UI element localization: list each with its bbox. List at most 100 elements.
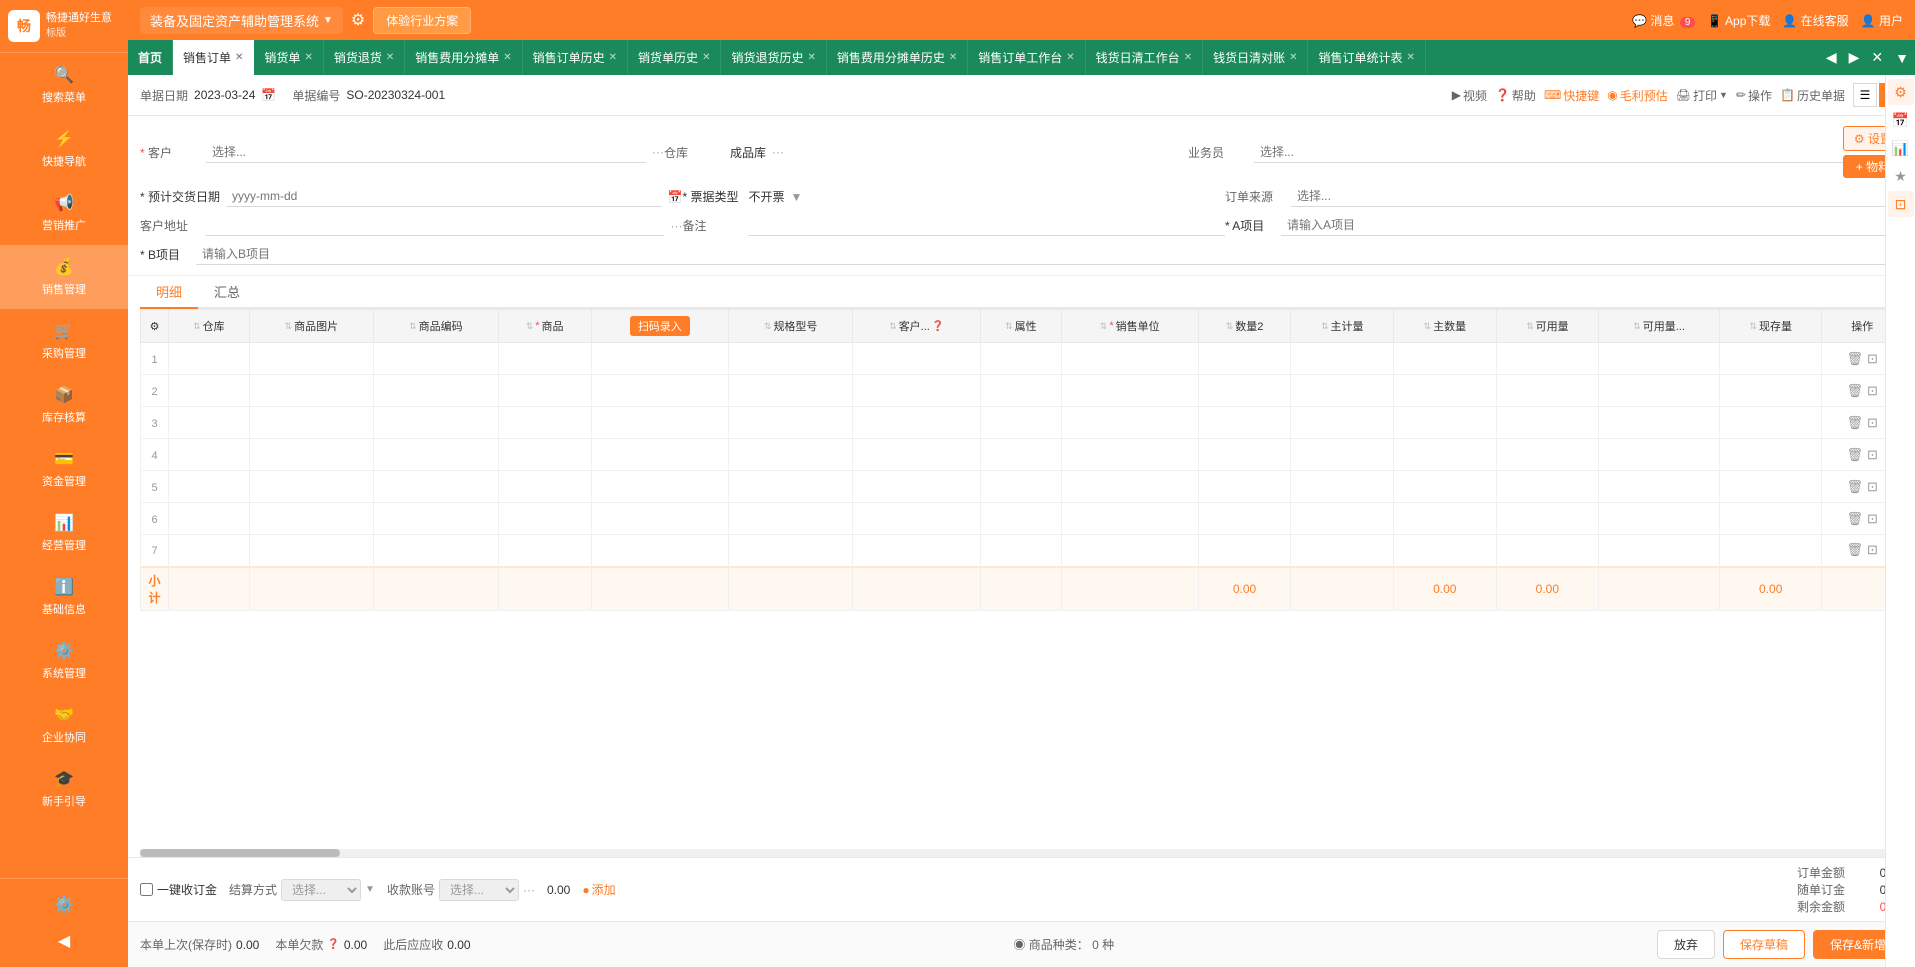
tab-sales-order[interactable]: 销售订单 ✕ [173, 40, 254, 75]
row-qty2-5[interactable] [1198, 471, 1291, 503]
row-unit-5[interactable] [1061, 471, 1198, 503]
right-panel-scan[interactable]: ⊡ [1888, 191, 1914, 217]
row-unit-2[interactable] [1061, 375, 1198, 407]
delete-row-3-btn[interactable]: 🗑 [1847, 415, 1864, 431]
tab-next-btn[interactable]: ▶ [1843, 49, 1866, 66]
row-warehouse-6[interactable] [169, 503, 250, 535]
row-warehouse-7[interactable] [169, 535, 250, 567]
settings-button[interactable]: ⚙ [351, 10, 365, 30]
layout-list-btn[interactable]: ☰ [1853, 83, 1877, 107]
message-link[interactable]: 💬 消息 9 [1632, 12, 1695, 29]
row-code-1[interactable] [374, 343, 498, 375]
add-payment-btn[interactable]: ● 添加 [582, 881, 615, 898]
tab-sales-stats[interactable]: 销售订单统计表 ✕ [1308, 40, 1425, 75]
row-unit-1[interactable] [1061, 343, 1198, 375]
sort-mainunit-icon[interactable]: ⇅ [1321, 321, 1329, 332]
user-menu[interactable]: 👤 用户 [1861, 12, 1903, 29]
one-key-checkbox[interactable] [140, 883, 153, 896]
sidebar-item-guide[interactable]: 🎓 新手引导 [0, 757, 128, 821]
view-video-btn[interactable]: ▶ 视频 [1452, 87, 1487, 104]
tab-return-history[interactable]: 销货退货历史 ✕ [721, 40, 826, 75]
delete-row-1-btn[interactable]: 🗑 [1847, 351, 1864, 367]
row-qty2-7[interactable] [1198, 535, 1291, 567]
row-warehouse-4[interactable] [169, 439, 250, 471]
print-btn[interactable]: 🖨 打印 ▼ [1676, 87, 1728, 104]
receipt-dots[interactable]: ··· [523, 883, 535, 897]
tab-home[interactable]: 首页 [128, 40, 173, 75]
tab-close-cash-workbench[interactable]: ✕ [1184, 52, 1192, 63]
row-attr-6[interactable] [981, 503, 1062, 535]
sidebar-item-quick[interactable]: ⚡ 快捷导航 [0, 117, 128, 181]
row-product-3[interactable] [498, 407, 591, 439]
row-warehouse-3[interactable] [169, 407, 250, 439]
a-project-input[interactable] [1281, 215, 1903, 236]
sort-warehouse-icon[interactable]: ⇅ [193, 321, 201, 332]
address-input[interactable] [206, 215, 664, 236]
tab-close-sales-return[interactable]: ✕ [386, 52, 394, 63]
save-draft-btn[interactable]: 保存草稿 [1723, 930, 1805, 959]
sidebar-item-system[interactable]: ⚙️ 系统管理 [0, 629, 128, 693]
sidebar-item-search[interactable]: 🔍 搜索菜单 [0, 53, 128, 117]
row-product-7[interactable] [498, 535, 591, 567]
sidebar-item-basicinfo[interactable]: ℹ️ 基础信息 [0, 565, 128, 629]
row-custno-4[interactable] [853, 439, 981, 471]
tab-close-fee-history[interactable]: ✕ [949, 52, 957, 63]
customer-input[interactable] [206, 142, 646, 163]
row-spec-6[interactable] [728, 503, 852, 535]
row-product-6[interactable] [498, 503, 591, 535]
row-qty2-6[interactable] [1198, 503, 1291, 535]
sort-attr-icon[interactable]: ⇅ [1005, 321, 1013, 332]
shortcut-btn[interactable]: ⌨ 快捷键 [1544, 87, 1599, 104]
th-gear[interactable]: ⚙ [141, 310, 169, 343]
sort-stock-icon[interactable]: ⇅ [1749, 321, 1757, 332]
row-code-4[interactable] [374, 439, 498, 471]
row-unit-4[interactable] [1061, 439, 1198, 471]
row-custno-5[interactable] [853, 471, 981, 503]
sort-spec-icon[interactable]: ⇅ [764, 321, 772, 332]
row-attr-7[interactable] [981, 535, 1062, 567]
row-spec-5[interactable] [728, 471, 852, 503]
tab-sales-return[interactable]: 销货退货 ✕ [324, 40, 405, 75]
row-mainqty-7[interactable] [1394, 535, 1497, 567]
row-attr-1[interactable] [981, 343, 1062, 375]
row-custno-7[interactable] [853, 535, 981, 567]
customer-dots[interactable]: ··· [652, 145, 664, 159]
address-dots[interactable]: ··· [670, 219, 682, 233]
tab-close-sales-order[interactable]: ✕ [235, 52, 243, 63]
row-unit-7[interactable] [1061, 535, 1198, 567]
row-product-1[interactable] [498, 343, 591, 375]
tab-close-sales-fee[interactable]: ✕ [503, 52, 511, 63]
tab-dropdown-btn[interactable]: ▼ [1889, 50, 1915, 66]
delete-row-4-btn[interactable]: 🗑 [1847, 447, 1864, 463]
copy-row-4-btn[interactable]: ⊡ [1867, 447, 1878, 463]
row-mainqty-5[interactable] [1394, 471, 1497, 503]
tab-cash-reconcile[interactable]: 钱货日清对账 ✕ [1203, 40, 1308, 75]
row-custno-1[interactable] [853, 343, 981, 375]
sidebar-item-purchase[interactable]: 🛒 采购管理 [0, 309, 128, 373]
row-warehouse-2[interactable] [169, 375, 250, 407]
copy-row-3-btn[interactable]: ⊡ [1867, 415, 1878, 431]
sidebar-item-sales[interactable]: 💰 销售管理 [0, 245, 128, 309]
copy-row-7-btn[interactable]: ⊡ [1867, 542, 1878, 558]
row-code-2[interactable] [374, 375, 498, 407]
row-qty2-2[interactable] [1198, 375, 1291, 407]
industry-button[interactable]: 体验行业方案 [373, 7, 471, 34]
receipt-select[interactable]: 选择... [439, 879, 519, 901]
operation-btn[interactable]: ✏ 操作 [1736, 87, 1772, 104]
b-project-input[interactable] [196, 244, 1903, 265]
sidebar-settings[interactable]: ⚙️ [0, 887, 128, 923]
remark-input[interactable] [748, 215, 1224, 236]
row-spec-2[interactable] [728, 375, 852, 407]
scan-btn[interactable]: 扫码录入 [630, 316, 690, 336]
tab-close-return-history[interactable]: ✕ [807, 52, 815, 63]
scrollbar-thumb[interactable] [140, 849, 340, 857]
row-spec-1[interactable] [728, 343, 852, 375]
row-code-6[interactable] [374, 503, 498, 535]
row-mainqty-6[interactable] [1394, 503, 1497, 535]
help-btn[interactable]: ❓ 帮助 [1495, 87, 1536, 104]
sort-avail-icon[interactable]: ⇅ [1526, 321, 1534, 332]
row-product-4[interactable] [498, 439, 591, 471]
sidebar-item-finance[interactable]: 💳 资金管理 [0, 437, 128, 501]
row-unit-3[interactable] [1061, 407, 1198, 439]
sidebar-item-enterprise[interactable]: 🤝 企业协同 [0, 693, 128, 757]
